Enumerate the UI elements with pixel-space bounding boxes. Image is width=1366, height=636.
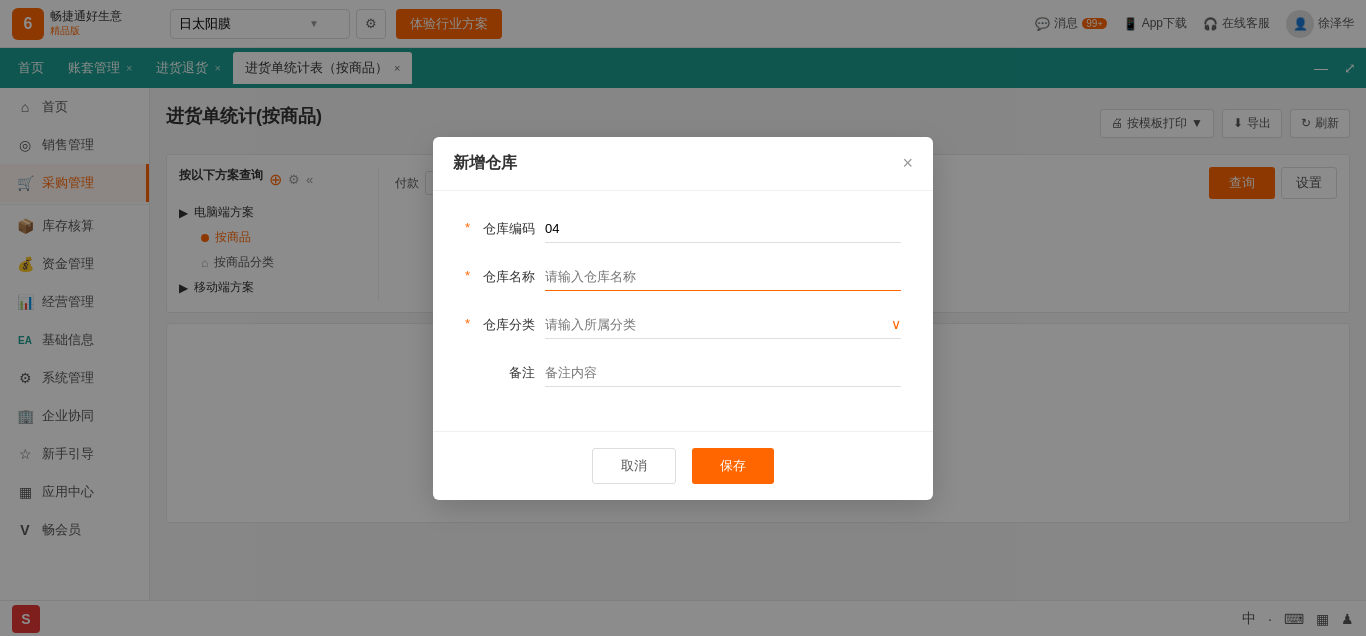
form-row-code: 仓库编码 [465,215,901,243]
modal-new-warehouse: 新增仓库 × 仓库编码 仓库名称 仓库分类 [433,137,933,500]
modal-close-icon[interactable]: × [902,153,913,174]
form-row-note: 备注 [465,359,901,387]
code-input[interactable] [545,215,901,243]
modal-title: 新增仓库 [453,153,517,174]
name-label: 仓库名称 [465,268,545,286]
name-input[interactable] [545,263,901,291]
form-row-name: 仓库名称 [465,263,901,291]
modal-body: 仓库编码 仓库名称 仓库分类 ∨ [433,191,933,431]
modal-overlay[interactable]: 新增仓库 × 仓库编码 仓库名称 仓库分类 [0,0,1366,636]
cancel-button[interactable]: 取消 [592,448,676,484]
modal-footer: 取消 保存 [433,431,933,500]
modal-header: 新增仓库 × [433,137,933,191]
save-button[interactable]: 保存 [692,448,774,484]
code-label: 仓库编码 [465,220,545,238]
note-label: 备注 [465,364,545,382]
category-dropdown-icon[interactable]: ∨ [891,316,901,332]
category-input[interactable] [545,311,891,338]
form-row-category: 仓库分类 ∨ [465,311,901,339]
category-label: 仓库分类 [465,316,545,334]
category-select-wrap: ∨ [545,311,901,339]
note-input[interactable] [545,359,901,387]
